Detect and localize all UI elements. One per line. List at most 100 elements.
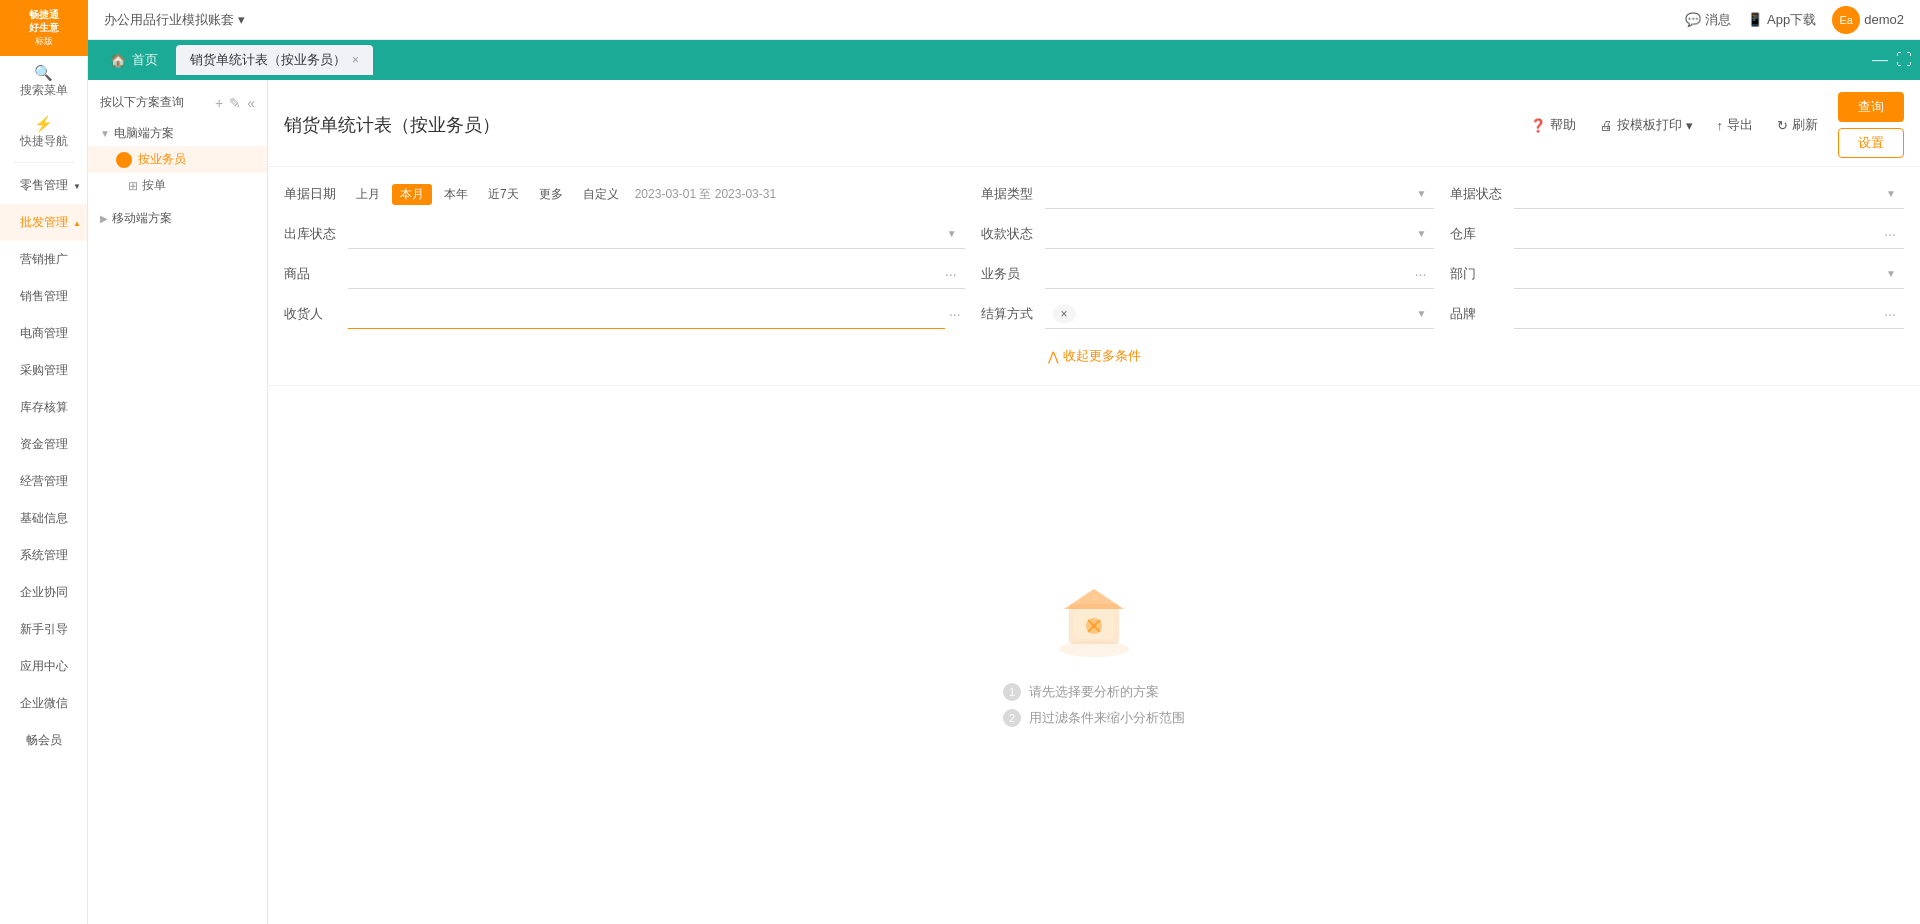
filter-date-field: 单据日期 上月 本月 本年 近7天 更多 自定义 2023-03-01 至 20… <box>284 184 965 205</box>
app-download-button[interactable]: 📱 App下载 <box>1747 11 1816 29</box>
scheme-collapse-button[interactable]: « <box>247 95 255 111</box>
query-btn-area: 查询 设置 <box>1838 92 1904 158</box>
app-name: 畅捷通好生意标版 <box>29 8 59 48</box>
sidebar-item-ecommerce[interactable]: 电商管理 <box>0 315 87 352</box>
doctype-label: 单据类型 <box>981 185 1037 203</box>
outstatus-select[interactable]: ▼ <box>348 219 965 249</box>
consignee-ellipsis-button[interactable]: ··· <box>945 306 965 322</box>
warehouse-ellipsis-button[interactable]: ··· <box>1880 226 1900 242</box>
filter-row-3: 商品 ··· 业务员 ··· 部门 <box>284 259 1904 289</box>
brand-ellipsis-button[interactable]: ··· <box>1880 306 1900 322</box>
refresh-button[interactable]: ↻ 刷新 <box>1769 112 1826 138</box>
goods-ellipsis-button[interactable]: ··· <box>941 266 961 282</box>
date-tab-thisyear[interactable]: 本年 <box>436 184 476 205</box>
scheme-item-salesperson-icon: 人 <box>116 152 132 168</box>
settlement-tag-close[interactable]: × <box>1061 307 1068 321</box>
sidebar-item-retail[interactable]: 零售管理 <box>0 167 87 204</box>
sidebar-item-appstore[interactable]: 应用中心 <box>0 648 87 685</box>
docstatus-select[interactable]: ▼ <box>1514 179 1904 209</box>
date-range: 2023-03-01 至 2023-03-31 <box>635 186 776 203</box>
date-tab-last7days[interactable]: 近7天 <box>480 184 527 205</box>
sidebar-item-sales[interactable]: 销售管理 <box>0 278 87 315</box>
hint-num-1: 1 <box>1003 683 1021 701</box>
section-mobile-label: 移动端方案 <box>112 210 172 227</box>
main-area: 办公用品行业模拟账套 ▾ 💬 消息 📱 App下载 Ea demo2 <box>88 0 1920 924</box>
print-label: 按模板打印 <box>1617 116 1682 134</box>
tab-max-button[interactable]: ⛶ <box>1896 51 1912 69</box>
doctype-select[interactable]: ▼ <box>1045 179 1435 209</box>
print-button[interactable]: 🖨 按模板打印 ▾ <box>1592 112 1701 138</box>
help-button[interactable]: ❓ 帮助 <box>1522 112 1584 138</box>
scheme-item-salesperson[interactable]: 人 按业务员 <box>88 146 267 173</box>
empty-svg <box>1044 584 1144 664</box>
export-label: 导出 <box>1727 116 1753 134</box>
tab-home[interactable]: 🏠 首页 <box>96 45 172 75</box>
help-icon: ❓ <box>1530 118 1546 133</box>
sidebar-search[interactable]: 🔍 搜索菜单 <box>0 56 87 107</box>
scheme-section-desktop: ▼ 电脑端方案 人 按业务员 ⊞ 按单 <box>88 117 267 202</box>
export-button[interactable]: ↑ 导出 <box>1709 112 1762 138</box>
sidebar-item-system[interactable]: 系统管理 <box>0 537 87 574</box>
tab-close-icon[interactable]: × <box>352 53 359 67</box>
sidebar-quicknav[interactable]: ⚡ 快捷导航 <box>0 107 87 158</box>
date-tab-thismonth[interactable]: 本月 <box>392 184 432 205</box>
scheme-add-button[interactable]: + <box>215 95 223 111</box>
scheme-section-mobile-header[interactable]: ▶ 移动端方案 <box>88 206 267 231</box>
recvstatus-arrow-icon: ▼ <box>1416 228 1426 239</box>
scheme-section-desktop-header[interactable]: ▼ 电脑端方案 <box>88 121 267 146</box>
settlement-select[interactable]: × ▼ <box>1045 299 1435 329</box>
avatar: Ea <box>1832 6 1860 34</box>
industry-label: 办公用品行业模拟账套 <box>104 11 234 29</box>
date-tab-custom[interactable]: 自定义 <box>575 184 627 205</box>
app-download-label: App下载 <box>1767 11 1816 29</box>
recvstatus-label: 收款状态 <box>981 225 1037 243</box>
query-button[interactable]: 查询 <box>1838 92 1904 122</box>
tab-min-button[interactable]: — <box>1872 51 1888 69</box>
tab-active[interactable]: 销货单统计表（按业务员） × <box>176 45 373 75</box>
topbar-right: 💬 消息 📱 App下载 Ea demo2 <box>1685 6 1904 34</box>
filter-consignee-field: 收货人 ··· <box>284 299 965 329</box>
salesperson-label: 业务员 <box>981 265 1037 283</box>
collapse-label: 收起更多条件 <box>1063 347 1141 365</box>
scheme-item-order[interactable]: ⊞ 按单 <box>88 173 267 198</box>
consignee-input[interactable] <box>348 299 945 329</box>
date-tab-lastmonth[interactable]: 上月 <box>348 184 388 205</box>
filter-outstatus-field: 出库状态 ▼ <box>284 219 965 249</box>
svg-marker-3 <box>1064 589 1124 609</box>
home-icon: 🏠 <box>110 53 126 68</box>
message-button[interactable]: 💬 消息 <box>1685 11 1731 29</box>
sidebar-item-basic[interactable]: 基础信息 <box>0 500 87 537</box>
date-tab-more[interactable]: 更多 <box>531 184 571 205</box>
scheme-panel-header: 按以下方案查询 + ✎ « <box>88 88 267 117</box>
industry-selector[interactable]: 办公用品行业模拟账套 ▾ <box>104 11 245 29</box>
recvstatus-select[interactable]: ▼ <box>1045 219 1435 249</box>
sidebar-item-operation[interactable]: 经营管理 <box>0 463 87 500</box>
page-content: 按以下方案查询 + ✎ « ▼ 电脑端方案 人 按业务员 <box>88 80 1920 924</box>
sidebar-item-newguide[interactable]: 新手引导 <box>0 611 87 648</box>
sidebar-item-cooperation[interactable]: 企业协同 <box>0 574 87 611</box>
settings-button[interactable]: 设置 <box>1838 128 1904 158</box>
scheme-item-salesperson-label: 按业务员 <box>138 151 186 168</box>
scheme-edit-button[interactable]: ✎ <box>229 95 241 111</box>
sidebar-item-inventory[interactable]: 库存核算 <box>0 389 87 426</box>
app-logo: 畅捷通好生意标版 <box>0 0 88 56</box>
industry-dropdown-icon: ▾ <box>238 12 245 27</box>
sidebar-item-finance[interactable]: 资金管理 <box>0 426 87 463</box>
sidebar-item-purchase[interactable]: 采购管理 <box>0 352 87 389</box>
docstatus-label: 单据状态 <box>1450 185 1506 203</box>
salesperson-ellipsis-button[interactable]: ··· <box>1411 266 1431 282</box>
warehouse-label: 仓库 <box>1450 225 1506 243</box>
phone-icon: 📱 <box>1747 12 1763 27</box>
department-select[interactable]: ▼ <box>1514 259 1904 289</box>
tabbar: 🏠 首页 销货单统计表（按业务员） × — ⛶ <box>88 40 1920 80</box>
hint-num-2: 2 <box>1003 709 1021 727</box>
hint-text-2: 用过滤条件来缩小分析范围 <box>1029 709 1185 727</box>
page-header-actions: ❓ 帮助 🖨 按模板打印 ▾ ↑ 导出 <box>1522 112 1827 138</box>
sidebar-item-vip[interactable]: 畅会员 <box>0 722 87 759</box>
sidebar-item-marketing[interactable]: 营销推广 <box>0 241 87 278</box>
user-menu[interactable]: Ea demo2 <box>1832 6 1904 34</box>
collapse-more-button[interactable]: ⋀ 收起更多条件 <box>284 339 1904 373</box>
docstatus-arrow-icon: ▼ <box>1886 188 1896 199</box>
sidebar-item-wholesale[interactable]: 批发管理 <box>0 204 87 241</box>
sidebar-item-wechat[interactable]: 企业微信 <box>0 685 87 722</box>
